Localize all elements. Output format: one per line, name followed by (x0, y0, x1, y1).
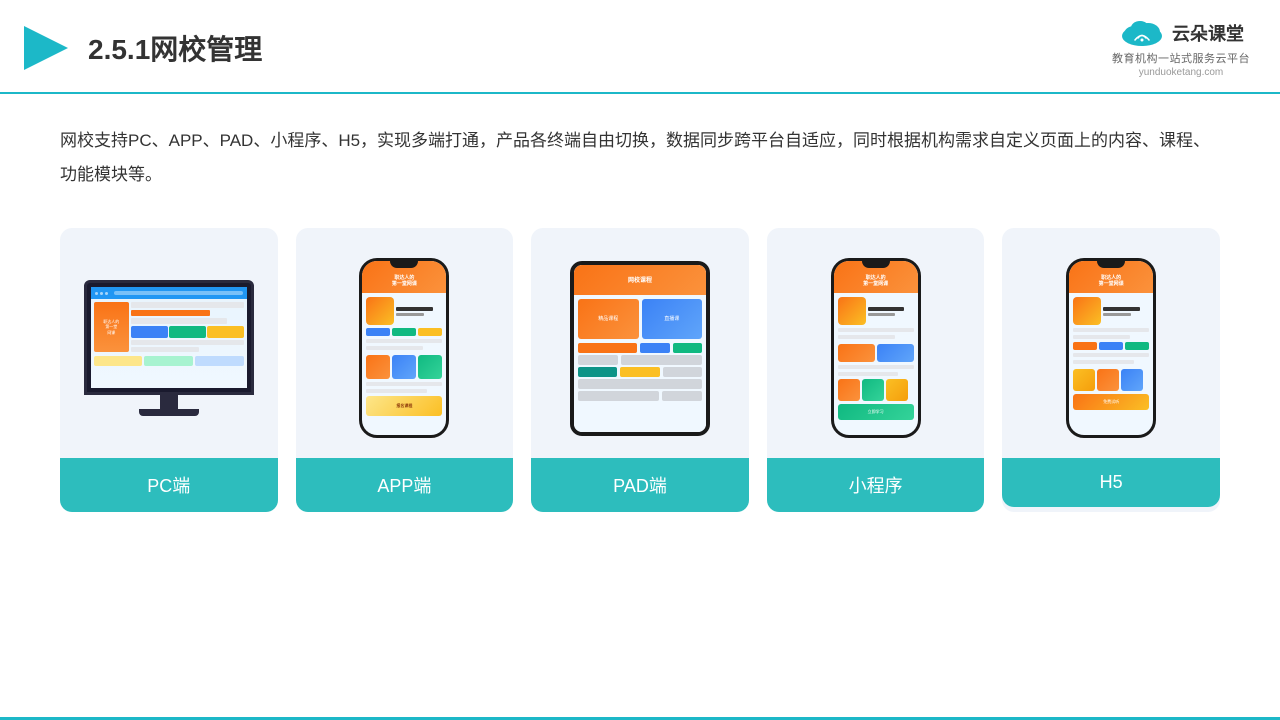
header: 2.5.1网校管理 云朵课堂 教育机构一站式服务云平台 yunduoketang… (0, 0, 1280, 94)
page-title: 2.5.1网校管理 (88, 28, 262, 68)
card-pc: 职达人的第一堂网课 (60, 228, 278, 512)
cloud-logo-icon (1118, 18, 1166, 48)
h5-label: H5 (1002, 458, 1220, 507)
pc-monitor: 职达人的第一堂网课 (84, 280, 254, 416)
card-pad: 网校课程 精品课程 直播课 (531, 228, 749, 512)
logo-domain: yunduoketang.com (1139, 67, 1224, 78)
miniapp-device-image: 职达人的第一堂网课 (781, 248, 971, 448)
pc-label: PC端 (60, 458, 278, 512)
play-icon (20, 22, 72, 74)
miniapp-label: 小程序 (767, 458, 985, 512)
card-app: 职达人的第一堂网课 (296, 228, 514, 512)
logo-cloud: 云朵课堂 (1118, 18, 1244, 48)
tablet-mockup: 网校课程 精品课程 直播课 (570, 261, 710, 436)
logo-tagline: 教育机构一站式服务云平台 (1112, 50, 1250, 66)
logo-name: 云朵课堂 (1172, 20, 1244, 46)
card-miniapp: 职达人的第一堂网课 (767, 228, 985, 512)
main-content: 网校支持PC、APP、PAD、小程序、H5，实现多端打通，产品各终端自由切换，数… (0, 94, 1280, 532)
header-left: 2.5.1网校管理 (20, 22, 262, 74)
logo-area: 云朵课堂 教育机构一站式服务云平台 yunduoketang.com (1112, 18, 1250, 78)
pad-device-image: 网校课程 精品课程 直播课 (545, 248, 735, 448)
pc-device-image: 职达人的第一堂网课 (74, 248, 264, 448)
card-h5: 职达人的第一堂网课 (1002, 228, 1220, 512)
app-label: APP端 (296, 458, 514, 512)
cards-container: 职达人的第一堂网课 (60, 228, 1220, 512)
description-text: 网校支持PC、APP、PAD、小程序、H5，实现多端打通，产品各终端自由切换，数… (60, 124, 1220, 192)
app-device-image: 职达人的第一堂网课 (310, 248, 500, 448)
h5-device-image: 职达人的第一堂网课 (1016, 248, 1206, 448)
pad-label: PAD端 (531, 458, 749, 512)
